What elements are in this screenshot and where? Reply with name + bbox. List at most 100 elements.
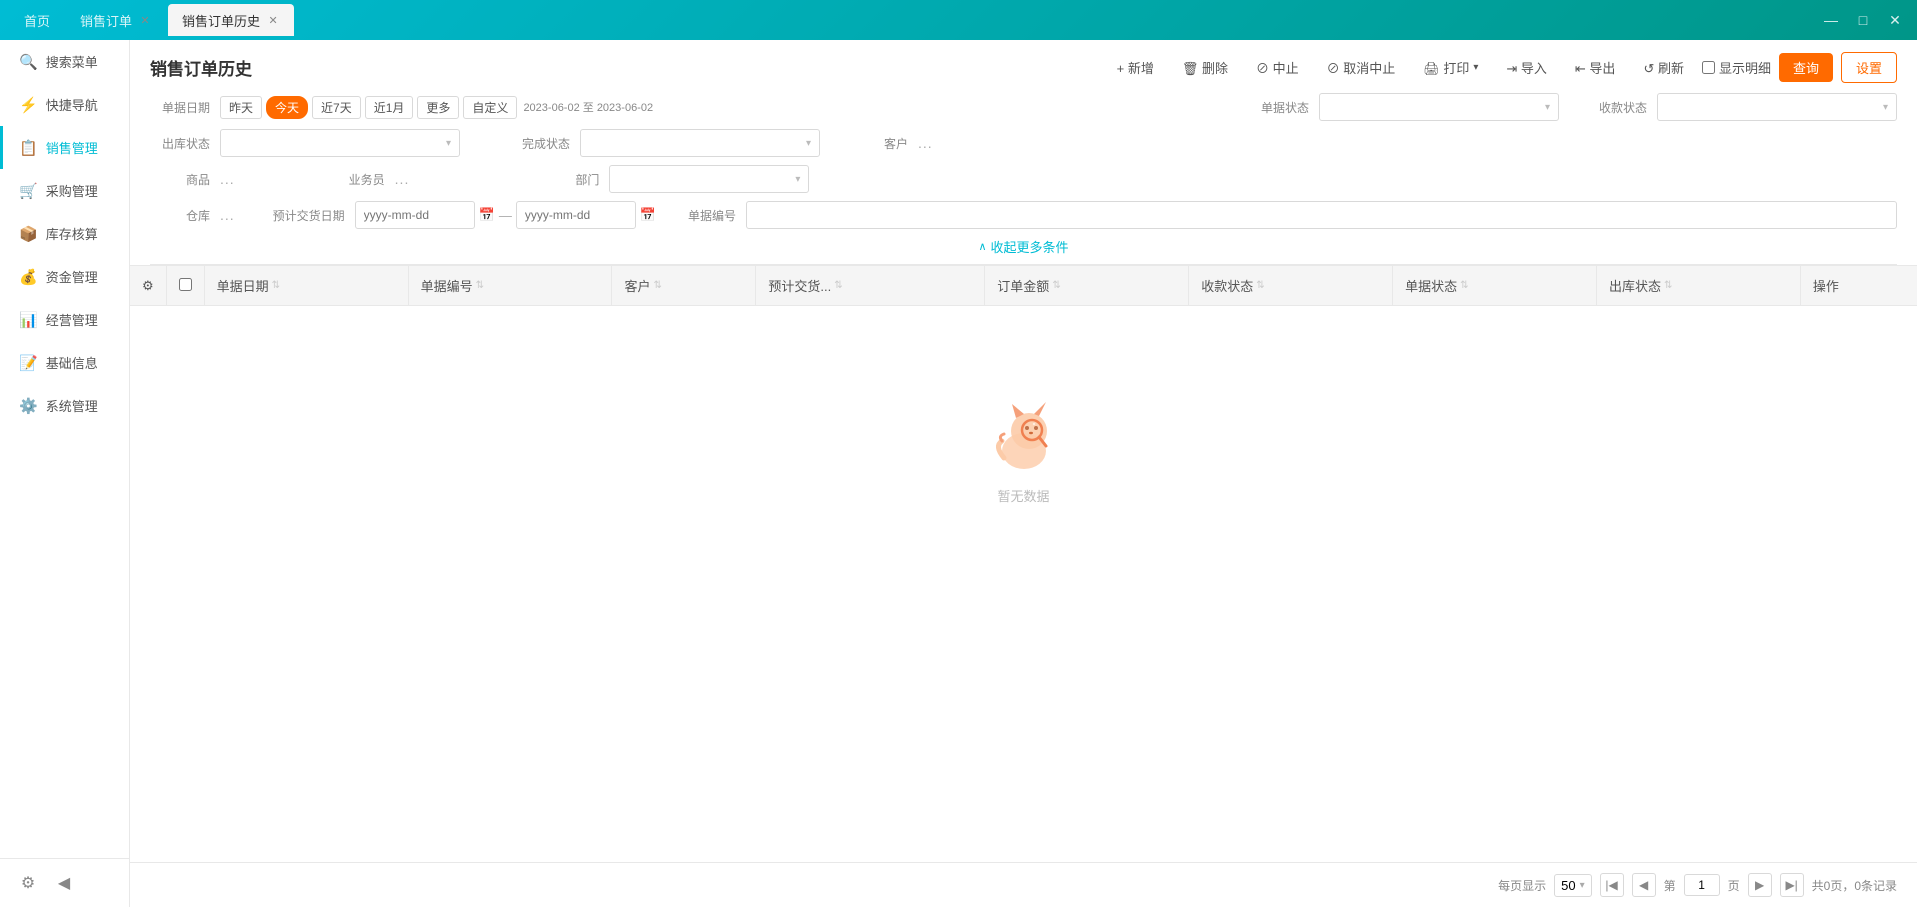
customer-more-btn[interactable]: ... (918, 135, 933, 151)
tab-sales-order-history-close[interactable]: ✕ (266, 13, 280, 27)
th-customer[interactable]: 客户 ⇅ (612, 266, 756, 306)
settings-button-label: 设置 (1856, 61, 1882, 76)
th-no-label: 单据编号 (421, 276, 473, 295)
display-dense-input[interactable] (1702, 61, 1715, 74)
status-select[interactable]: ▾ (1319, 93, 1559, 121)
close-button[interactable]: ✕ (1883, 8, 1907, 32)
date-last7[interactable]: 近7天 (312, 96, 361, 119)
empty-state-illustration (974, 386, 1074, 486)
th-delivery-date-label: 预计交货... (768, 276, 831, 295)
prev-page-button[interactable]: ◀ (1632, 873, 1656, 897)
th-delivery-date[interactable]: 预计交货... ⇅ (756, 266, 985, 306)
print-dropdown-icon[interactable]: ▾ (1473, 62, 1478, 73)
sort-order-status-icon: ⇅ (1460, 280, 1468, 291)
settings-button[interactable]: 设置 (1841, 52, 1897, 83)
date-more[interactable]: 更多 (417, 96, 459, 119)
refresh-button[interactable]: ↺ 刷新 (1633, 53, 1694, 82)
complete-status-select[interactable]: ▾ (580, 129, 820, 157)
tab-sales-order-close[interactable]: ✕ (138, 13, 152, 27)
sidebar-item-quick-nav[interactable]: ⚡ 快捷导航 (0, 83, 129, 126)
delivery-date-start-input[interactable] (355, 201, 475, 229)
current-page-input[interactable] (1684, 874, 1720, 896)
collapse-filter-row[interactable]: ∧ 收起更多条件 (150, 233, 1897, 256)
table-settings-icon[interactable]: ⚙ (142, 278, 154, 293)
page-suffix-label: 页 (1728, 877, 1740, 894)
out-status-dropdown-icon: ▾ (446, 138, 451, 149)
date-yesterday[interactable]: 昨天 (220, 96, 262, 119)
capital-mgmt-icon: 💰 (19, 268, 38, 286)
product-more-btn[interactable]: ... (220, 171, 235, 187)
th-order-status[interactable]: 单据状态 ⇅ (1393, 266, 1597, 306)
minimize-button[interactable]: — (1819, 8, 1843, 32)
last-page-button[interactable]: ▶| (1780, 873, 1804, 897)
sidebar-item-basic-info[interactable]: 📝 基础信息 (0, 341, 129, 384)
date-label: 单据日期 (150, 99, 220, 116)
th-checkbox[interactable] (166, 266, 204, 306)
sort-receipt-icon: ⇅ (1256, 280, 1264, 291)
receipt-status-label: 收款状态 (1587, 99, 1657, 116)
topbar: 首页 销售订单 ✕ 销售订单历史 ✕ — □ ✕ (0, 0, 1917, 40)
tab-home-label: 首页 (24, 11, 50, 30)
date-last30[interactable]: 近1月 (365, 96, 414, 119)
date-filter-control: 昨天 今天 近7天 近1月 更多 自定义 2023-06-02 至 2023-0… (220, 96, 1219, 119)
th-out-status[interactable]: 出库状态 ⇅ (1597, 266, 1801, 306)
print-button-label: 🖨 打印 (1423, 58, 1469, 77)
tab-sales-order[interactable]: 销售订单 ✕ (66, 4, 166, 36)
delivery-date-range: 📅 — 📅 (355, 201, 656, 229)
system-mgmt-icon: ⚙️ (19, 397, 38, 415)
sidebar-item-operation-mgmt[interactable]: 📊 经营管理 (0, 298, 129, 341)
next-page-button[interactable]: ▶ (1748, 873, 1772, 897)
display-dense-checkbox[interactable]: 显示明细 (1702, 58, 1771, 77)
th-no[interactable]: 单据编号 ⇅ (408, 266, 612, 306)
sales-mgmt-icon: 📋 (19, 139, 38, 157)
window-controls: — □ ✕ (1819, 8, 1907, 32)
sidebar-item-system-mgmt[interactable]: ⚙️ 系统管理 (0, 384, 129, 427)
select-all-checkbox[interactable] (179, 278, 192, 291)
sidebar-item-search-menu[interactable]: 🔍 搜索菜单 (0, 40, 129, 83)
delete-button[interactable]: 🗑 删除 (1172, 53, 1238, 82)
print-button[interactable]: 🖨 打印 ▾ (1413, 53, 1488, 82)
maximize-button[interactable]: □ (1851, 8, 1875, 32)
receipt-status-dropdown-icon: ▾ (1883, 102, 1888, 113)
salesperson-more-btn[interactable]: ... (395, 171, 410, 187)
new-button[interactable]: + 新增 (1107, 53, 1164, 82)
date-custom[interactable]: 自定义 (463, 96, 517, 119)
th-date-label: 单据日期 (217, 276, 269, 295)
sidebar-item-inventory[interactable]: 📦 库存核算 (0, 212, 129, 255)
dept-select[interactable]: ▾ (609, 165, 809, 193)
import-button[interactable]: ⇥ 导入 (1496, 53, 1557, 82)
th-date[interactable]: 单据日期 ⇅ (204, 266, 408, 306)
receipt-status-select[interactable]: ▾ (1657, 93, 1897, 121)
stop-button[interactable]: ⊘ 中止 (1246, 53, 1309, 82)
per-page-select[interactable]: 50 ▾ (1554, 874, 1592, 897)
out-status-select[interactable]: ▾ (220, 129, 460, 157)
tab-home[interactable]: 首页 (10, 4, 64, 36)
sidebar-item-label-inventory: 库存核算 (46, 224, 98, 243)
th-amount[interactable]: 订单金额 ⇅ (985, 266, 1189, 306)
sidebar-item-purchase-mgmt[interactable]: 🛒 采购管理 (0, 169, 129, 212)
sidebar-bottom: ⚙ ◀ (0, 858, 129, 907)
search-menu-icon: 🔍 (19, 53, 38, 71)
calendar-end-icon[interactable]: 📅 (640, 207, 656, 223)
sidebar-settings-icon[interactable]: ⚙ (16, 871, 40, 895)
sidebar-item-label-basic: 基础信息 (46, 353, 98, 372)
order-no-input[interactable] (746, 201, 1897, 229)
first-page-button[interactable]: |◀ (1600, 873, 1624, 897)
sidebar-item-capital-mgmt[interactable]: 💰 资金管理 (0, 255, 129, 298)
sidebar-collapse-icon[interactable]: ◀ (52, 871, 76, 895)
customer-control: ... (918, 135, 933, 151)
page-title: 销售订单历史 (150, 55, 252, 80)
sidebar-item-sales-mgmt[interactable]: 📋 销售管理 (0, 126, 129, 169)
calendar-start-icon[interactable]: 📅 (479, 207, 495, 223)
tab-sales-order-history-label: 销售订单历史 (182, 11, 260, 30)
delivery-date-end-input[interactable] (516, 201, 636, 229)
query-button[interactable]: 查询 (1779, 53, 1833, 82)
new-button-label: + 新增 (1117, 58, 1154, 77)
th-receipt-status[interactable]: 收款状态 ⇅ (1189, 266, 1393, 306)
cancel-stop-button[interactable]: ⊘ 取消中止 (1317, 53, 1406, 82)
warehouse-more-btn[interactable]: ... (220, 207, 235, 223)
tab-sales-order-history[interactable]: 销售订单历史 ✕ (168, 4, 294, 36)
date-today[interactable]: 今天 (266, 96, 308, 119)
th-settings[interactable]: ⚙ (130, 266, 166, 306)
export-button[interactable]: ⇤ 导出 (1565, 53, 1626, 82)
